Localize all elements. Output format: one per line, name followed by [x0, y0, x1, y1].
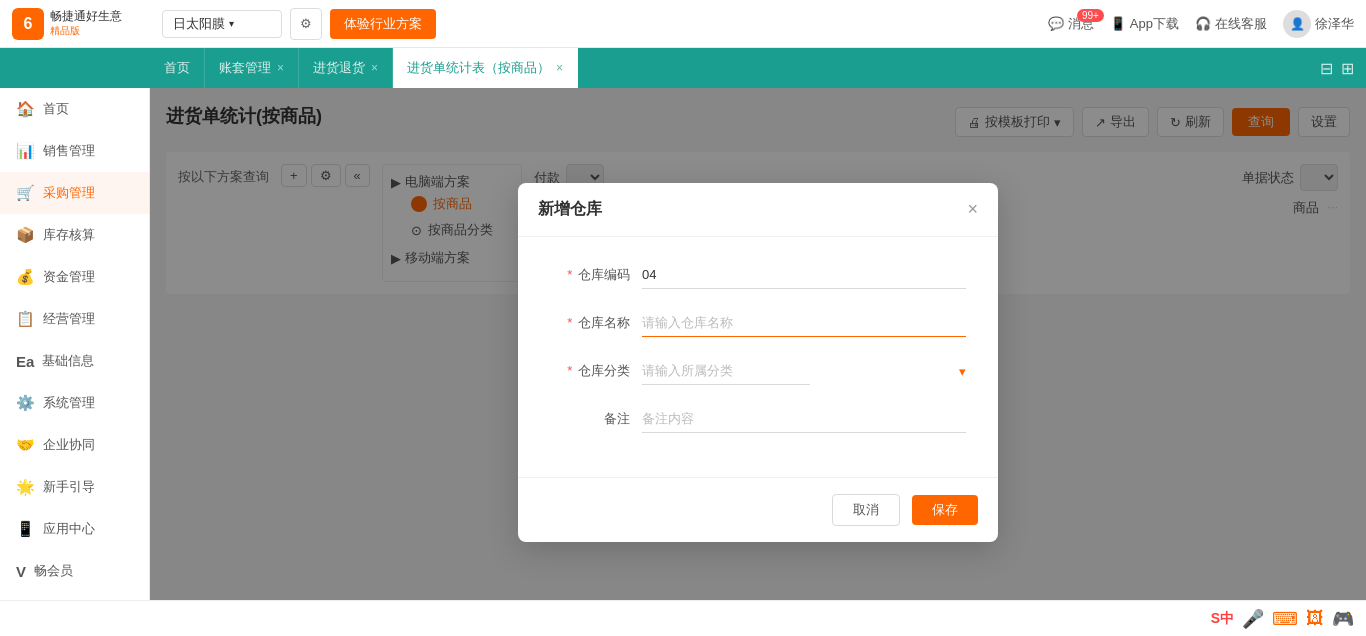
sidebar-item-system[interactable]: ⚙️ 系统管理: [0, 382, 149, 424]
logo-text: 畅捷通好生意: [50, 9, 122, 25]
tab-home[interactable]: 首页: [150, 48, 205, 88]
sidebar-item-inventory[interactable]: 📦 库存核算: [0, 214, 149, 256]
game-icon[interactable]: 🎮: [1332, 608, 1354, 630]
sidebar-item-vip[interactable]: V 畅会员: [0, 550, 149, 592]
sidebar-item-guide[interactable]: 🌟 新手引导: [0, 466, 149, 508]
name-input[interactable]: [642, 309, 966, 337]
modal-footer: 取消 保存: [518, 477, 998, 542]
tab-actions: ⊟ ⊞: [1320, 59, 1366, 78]
new-warehouse-modal: 新增仓库 × * 仓库编码 *: [518, 183, 998, 542]
bottom-bar: S中 🎤 ⌨ 🖼 🎮: [0, 600, 1366, 636]
tab-maximize-icon[interactable]: ⊞: [1341, 59, 1354, 78]
logo-area: 6 畅捷通好生意 精品版: [12, 8, 162, 40]
app-download-item[interactable]: 📱 App下载: [1110, 15, 1179, 33]
logo-icon: 6: [12, 8, 44, 40]
system-icon: ⚙️: [16, 394, 35, 412]
modal-body: * 仓库编码 * 仓库名称: [518, 237, 998, 477]
purchase-icon: 🛒: [16, 184, 35, 202]
sidebar: 🏠 首页 📊 销售管理 🛒 采购管理 📦 库存核算 💰 资金管理 📋 经营管理 …: [0, 88, 150, 636]
tab-close-icon[interactable]: ×: [556, 61, 563, 75]
form-row-name: * 仓库名称: [550, 309, 966, 337]
sougou-icon[interactable]: S中: [1211, 610, 1234, 628]
sales-icon: 📊: [16, 142, 35, 160]
main-content: 进货单统计(按商品) 🖨 按模板打印 ▾ ↗ 导出 ↻ 刷新 查询 设置: [150, 88, 1366, 636]
form-row-code: * 仓库编码: [550, 261, 966, 289]
form-row-remark: 备注: [550, 405, 966, 433]
tab-purchase-stats[interactable]: 进货单统计表（按商品） ×: [393, 48, 578, 88]
code-input[interactable]: [642, 261, 966, 289]
enterprise-icon: 🤝: [16, 436, 35, 454]
sidebar-item-enterprise[interactable]: 🤝 企业协同: [0, 424, 149, 466]
basic-info-icon: Ea: [16, 353, 34, 370]
tab-close-icon[interactable]: ×: [277, 61, 284, 75]
chevron-down-icon: ▾: [229, 18, 234, 29]
microphone-icon[interactable]: 🎤: [1242, 608, 1264, 630]
sidebar-item-basic-info[interactable]: Ea 基础信息: [0, 340, 149, 382]
service-item[interactable]: 🎧 在线客服: [1195, 15, 1267, 33]
tab-account[interactable]: 账套管理 ×: [205, 48, 299, 88]
sidebar-item-finance[interactable]: 💰 资金管理: [0, 256, 149, 298]
sidebar-item-purchase[interactable]: 🛒 采购管理: [0, 172, 149, 214]
sidebar-item-apps[interactable]: 📱 应用中心: [0, 508, 149, 550]
apps-icon: 📱: [16, 520, 35, 538]
store-name: 日太阳膜: [173, 15, 225, 33]
cancel-button[interactable]: 取消: [832, 494, 900, 526]
store-selector[interactable]: 日太阳膜 ▾: [162, 10, 282, 38]
modal-close-button[interactable]: ×: [967, 199, 978, 220]
modal-overlay: 新增仓库 × * 仓库编码 *: [150, 88, 1366, 636]
trial-button[interactable]: 体验行业方案: [330, 9, 436, 39]
inventory-icon: 📦: [16, 226, 35, 244]
keyboard-icon[interactable]: ⌨: [1272, 608, 1298, 630]
logo-sub: 精品版: [50, 24, 122, 38]
save-button[interactable]: 保存: [912, 495, 978, 525]
avatar: 👤: [1283, 10, 1311, 38]
top-bar: 6 畅捷通好生意 精品版 日太阳膜 ▾ ⚙ 体验行业方案 💬 消息 99+ 📱 …: [0, 0, 1366, 48]
sidebar-item-home[interactable]: 🏠 首页: [0, 88, 149, 130]
code-label: * 仓库编码: [550, 266, 630, 284]
remark-input[interactable]: [642, 405, 966, 433]
messages-item[interactable]: 💬 消息 99+: [1048, 15, 1094, 33]
home-icon: 🏠: [16, 100, 35, 118]
gear-button[interactable]: ⚙: [290, 8, 322, 40]
category-input[interactable]: [642, 357, 810, 385]
message-badge: 99+: [1077, 9, 1104, 22]
remark-label: 备注: [550, 410, 630, 428]
vip-icon: V: [16, 563, 26, 580]
management-icon: 📋: [16, 310, 35, 328]
form-row-category: * 仓库分类 ▾: [550, 357, 966, 385]
guide-icon: 🌟: [16, 478, 35, 496]
main-layout: 🏠 首页 📊 销售管理 🛒 采购管理 📦 库存核算 💰 资金管理 📋 经营管理 …: [0, 88, 1366, 636]
category-select-wrapper: ▾: [642, 357, 966, 385]
tab-close-icon[interactable]: ×: [371, 61, 378, 75]
modal-header: 新增仓库 ×: [518, 183, 998, 237]
sidebar-item-management[interactable]: 📋 经营管理: [0, 298, 149, 340]
tab-bar: 首页 账套管理 × 进货退货 × 进货单统计表（按商品） × ⊟ ⊞: [0, 48, 1366, 88]
message-icon: 💬: [1048, 16, 1064, 31]
user-item[interactable]: 👤 徐泽华: [1283, 10, 1354, 38]
tab-restore-icon[interactable]: ⊟: [1320, 59, 1333, 78]
chevron-down-icon: ▾: [959, 363, 966, 378]
name-label: * 仓库名称: [550, 314, 630, 332]
finance-icon: 💰: [16, 268, 35, 286]
tab-purchase-return[interactable]: 进货退货 ×: [299, 48, 393, 88]
category-label: * 仓库分类: [550, 362, 630, 380]
image-icon[interactable]: 🖼: [1306, 608, 1324, 629]
modal-title: 新增仓库: [538, 199, 602, 220]
headset-icon: 🎧: [1195, 16, 1211, 31]
sidebar-item-sales[interactable]: 📊 销售管理: [0, 130, 149, 172]
app-icon: 📱: [1110, 16, 1126, 31]
top-right: 💬 消息 99+ 📱 App下载 🎧 在线客服 👤 徐泽华: [1048, 10, 1354, 38]
